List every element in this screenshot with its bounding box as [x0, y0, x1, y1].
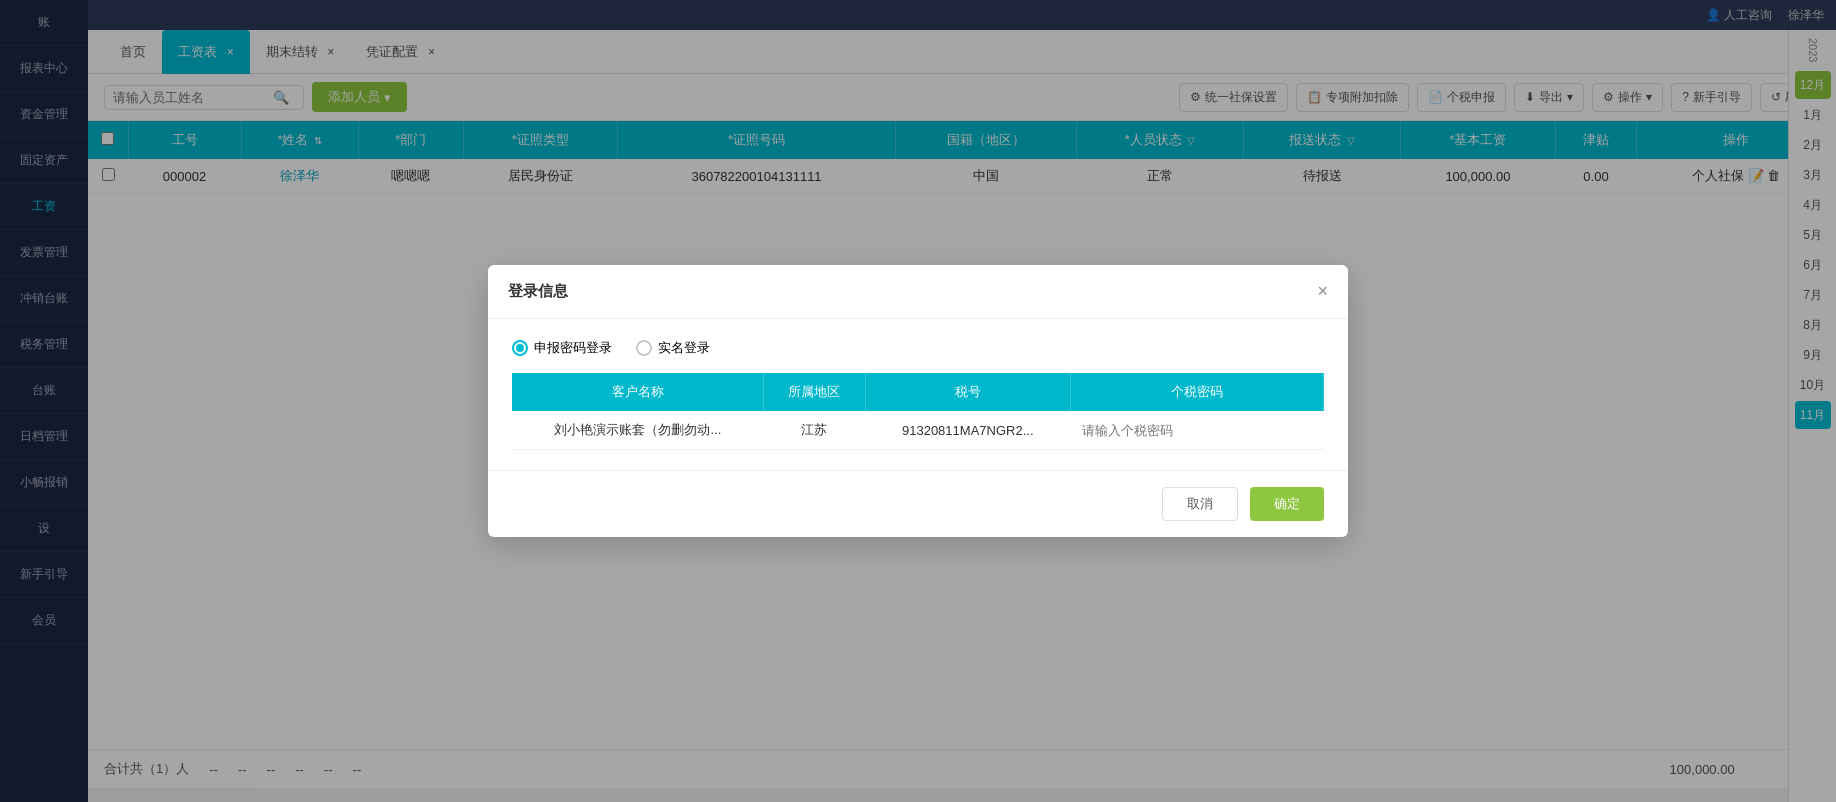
dialog-account-table: 客户名称 所属地区 税号 个税密码 刘小艳演示账套（勿删勿动... 江苏: [512, 373, 1324, 450]
dialog-table-header: 客户名称 所属地区 税号 个税密码: [512, 373, 1324, 411]
dialog-overlay: 登录信息 × 申报密码登录 实名登录 客户名称: [0, 0, 1836, 802]
dialog-body: 申报密码登录 实名登录 客户名称 所属地区 税号 个税密码: [488, 319, 1348, 470]
cancel-button[interactable]: 取消: [1162, 487, 1238, 521]
dialog-close-button[interactable]: ×: [1317, 281, 1328, 302]
dialog-col-password: 个税密码: [1070, 373, 1323, 411]
radio-password-login[interactable]: 申报密码登录: [512, 339, 612, 357]
dialog-cell-client-name: 刘小艳演示账套（勿删勿动...: [512, 411, 764, 450]
login-method-radio-group: 申报密码登录 实名登录: [512, 339, 1324, 357]
confirm-button[interactable]: 确定: [1250, 487, 1324, 521]
dialog-col-region: 所属地区: [764, 373, 866, 411]
dialog-col-tax-no: 税号: [865, 373, 1070, 411]
dialog-col-client-name: 客户名称: [512, 373, 764, 411]
dialog-cell-region: 江苏: [764, 411, 866, 450]
radio-password-circle: [512, 340, 528, 356]
dialog-table-row: 刘小艳演示账套（勿删勿动... 江苏 91320811MA7NGR2...: [512, 411, 1324, 450]
radio-realname-circle: [636, 340, 652, 356]
dialog-cell-password[interactable]: [1070, 411, 1323, 450]
dialog-header: 登录信息 ×: [488, 265, 1348, 319]
radio-realname-login[interactable]: 实名登录: [636, 339, 710, 357]
dialog-cell-tax-no: 91320811MA7NGR2...: [865, 411, 1070, 450]
dialog-footer: 取消 确定: [488, 470, 1348, 537]
tax-password-input[interactable]: [1082, 423, 1311, 438]
login-info-dialog: 登录信息 × 申报密码登录 实名登录 客户名称: [488, 265, 1348, 537]
dialog-title: 登录信息: [508, 282, 568, 301]
